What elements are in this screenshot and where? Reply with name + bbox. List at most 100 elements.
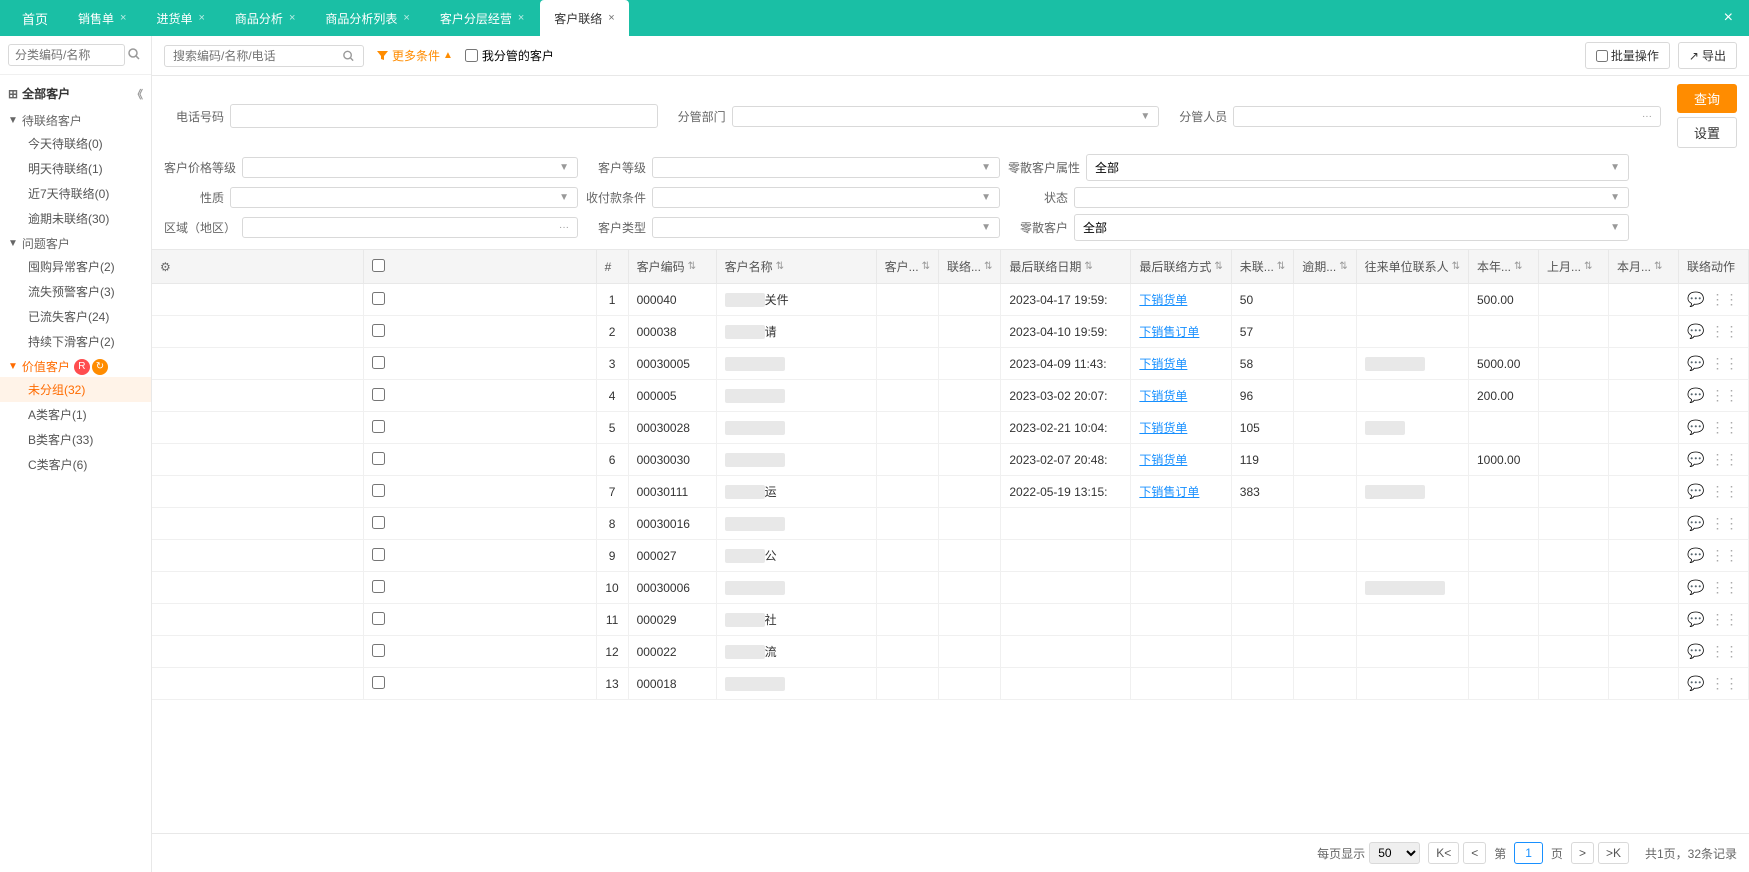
message-icon[interactable]: 💬: [1687, 387, 1704, 404]
sidebar-item-today-pending[interactable]: 今天待联络(0): [0, 131, 151, 156]
th-last-contact-date[interactable]: 最后联络日期⇅: [1001, 250, 1131, 284]
sidebar-item-declining[interactable]: 持续下滑客户(2): [0, 329, 151, 354]
message-icon[interactable]: 💬: [1687, 355, 1704, 372]
settings-icon[interactable]: ⚙: [160, 260, 171, 274]
contact-method-link[interactable]: 下销货单: [1139, 389, 1187, 403]
select-scatter-customer[interactable]: 全部▼: [1074, 214, 1629, 241]
sidebar-item-class-b[interactable]: B类客户(33): [0, 427, 151, 452]
message-icon[interactable]: 💬: [1687, 611, 1704, 628]
first-page-btn[interactable]: K<: [1428, 842, 1459, 864]
contact-method-link[interactable]: 下销售订单: [1139, 485, 1199, 499]
row-checkbox[interactable]: [372, 548, 385, 561]
row-checkbox[interactable]: [372, 484, 385, 497]
sidebar-item-week-pending[interactable]: 近7天待联络(0): [0, 181, 151, 206]
th-overdue[interactable]: 逾期...⇅: [1294, 250, 1356, 284]
sidebar-item-tomorrow-pending[interactable]: 明天待联络(1): [0, 156, 151, 181]
contact-method-link[interactable]: 下销货单: [1139, 293, 1187, 307]
th-unlinkd[interactable]: 未联...⇅: [1231, 250, 1293, 284]
row-checkbox[interactable]: [372, 676, 385, 689]
message-icon[interactable]: 💬: [1687, 643, 1704, 660]
th-contact[interactable]: 联络...⇅: [938, 250, 1000, 284]
close-tab-customer-contact[interactable]: ×: [608, 12, 614, 24]
row-checkbox[interactable]: [372, 388, 385, 401]
last-page-btn[interactable]: >K: [1598, 842, 1629, 864]
sidebar-search-button[interactable]: [125, 45, 143, 66]
sidebar-item-ungroup[interactable]: 未分组(32): [0, 377, 151, 402]
select-nature[interactable]: ▼: [230, 187, 578, 208]
close-tab-purchase[interactable]: ×: [198, 12, 204, 24]
select-scatter-attr[interactable]: 全部▼: [1086, 154, 1629, 181]
message-icon[interactable]: 💬: [1687, 291, 1704, 308]
row-checkbox[interactable]: [372, 420, 385, 433]
tab-purchase[interactable]: 进货单 ×: [142, 0, 218, 36]
section-problem-customers[interactable]: ▼ 问题客户: [0, 231, 151, 254]
tab-customer-contact[interactable]: 客户联络 ×: [540, 0, 628, 36]
sidebar-search-input[interactable]: [8, 44, 125, 66]
row-checkbox[interactable]: [372, 516, 385, 529]
select-payment[interactable]: ▼: [652, 187, 1000, 208]
more-action-icon[interactable]: ⋮⋮: [1710, 451, 1738, 468]
close-tab-product-analysis-list[interactable]: ×: [403, 12, 409, 24]
tab-product-analysis-list[interactable]: 商品分析列表 ×: [311, 0, 423, 36]
close-all-tabs[interactable]: ×: [1716, 9, 1741, 27]
th-last-contact-method[interactable]: 最后联络方式⇅: [1131, 250, 1231, 284]
select-customer-type[interactable]: ▼: [652, 217, 1000, 238]
tab-product-analysis[interactable]: 商品分析 ×: [221, 0, 309, 36]
more-action-icon[interactable]: ⋮⋮: [1710, 419, 1738, 436]
contact-method-link[interactable]: 下销货单: [1139, 453, 1187, 467]
select-status[interactable]: ▼: [1074, 187, 1629, 208]
th-type[interactable]: 客户...⇅: [876, 250, 938, 284]
sidebar-item-overdue-pending[interactable]: 逾期未联络(30): [0, 206, 151, 231]
export-button[interactable]: ↗ 导出: [1678, 42, 1737, 69]
row-checkbox[interactable]: [372, 580, 385, 593]
sidebar-item-churned[interactable]: 已流失客户(24): [0, 304, 151, 329]
section-value-customers[interactable]: ▼ 价值客户 R ↻: [0, 354, 151, 377]
contact-method-link[interactable]: 下销售订单: [1139, 325, 1199, 339]
row-checkbox[interactable]: [372, 452, 385, 465]
th-name[interactable]: 客户名称⇅: [716, 250, 876, 284]
input-phone[interactable]: [230, 104, 658, 128]
th-code[interactable]: 客户编码⇅: [628, 250, 716, 284]
section-pending-contact[interactable]: ▼ 待联络客户: [0, 108, 151, 131]
more-action-icon[interactable]: ⋮⋮: [1710, 515, 1738, 532]
contact-method-link[interactable]: 下销货单: [1139, 421, 1187, 435]
row-checkbox[interactable]: [372, 644, 385, 657]
message-icon[interactable]: 💬: [1687, 579, 1704, 596]
sidebar-item-class-c[interactable]: C类客户(6): [0, 452, 151, 477]
row-checkbox[interactable]: [372, 292, 385, 305]
sidebar-item-class-a[interactable]: A类客户(1): [0, 402, 151, 427]
message-icon[interactable]: 💬: [1687, 483, 1704, 500]
more-action-icon[interactable]: ⋮⋮: [1710, 579, 1738, 596]
th-last-month[interactable]: 上月...⇅: [1539, 250, 1609, 284]
message-icon[interactable]: 💬: [1687, 451, 1704, 468]
more-action-icon[interactable]: ⋮⋮: [1710, 483, 1738, 500]
message-icon[interactable]: 💬: [1687, 675, 1704, 692]
select-dept[interactable]: ▼: [732, 106, 1160, 127]
message-icon[interactable]: 💬: [1687, 547, 1704, 564]
batch-check[interactable]: [1596, 50, 1608, 62]
my-customers-check[interactable]: [465, 49, 478, 62]
filter-search-input[interactable]: [173, 49, 342, 63]
select-region[interactable]: ···: [242, 217, 578, 238]
row-checkbox[interactable]: [372, 612, 385, 625]
more-action-icon[interactable]: ⋮⋮: [1710, 675, 1738, 692]
th-this-month[interactable]: 本月...⇅: [1609, 250, 1679, 284]
close-tab-customer-segment[interactable]: ×: [518, 12, 524, 24]
batch-op-button[interactable]: 批量操作: [1585, 42, 1670, 69]
select-price-level[interactable]: ▼: [242, 157, 578, 178]
message-icon[interactable]: 💬: [1687, 419, 1704, 436]
close-tab-product-analysis[interactable]: ×: [289, 12, 295, 24]
row-checkbox[interactable]: [372, 324, 385, 337]
my-customers-checkbox[interactable]: 我分管的客户: [465, 47, 554, 64]
more-action-icon[interactable]: ⋮⋮: [1710, 611, 1738, 628]
reset-button[interactable]: 设置: [1677, 117, 1737, 148]
tab-customer-segment[interactable]: 客户分层经营 ×: [426, 0, 538, 36]
th-partner[interactable]: 往来单位联系人⇅: [1356, 250, 1468, 284]
sidebar-item-hoarding[interactable]: 囤购异常客户(2): [0, 254, 151, 279]
select-manager[interactable]: ···: [1233, 106, 1661, 127]
message-icon[interactable]: 💬: [1687, 515, 1704, 532]
row-checkbox[interactable]: [372, 356, 385, 369]
close-tab-sales[interactable]: ×: [120, 12, 126, 24]
th-this-year[interactable]: 本年...⇅: [1469, 250, 1539, 284]
all-customers-header[interactable]: ⊞ 全部客户 《: [0, 79, 151, 108]
